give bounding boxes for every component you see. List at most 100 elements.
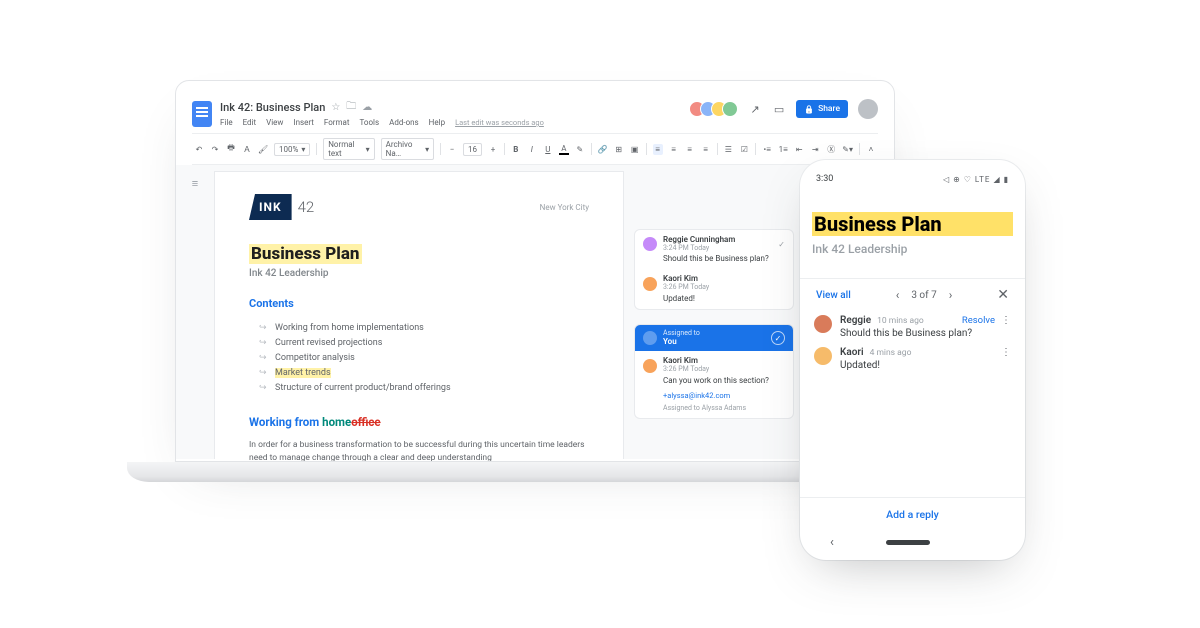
redo-icon[interactable]: ↷ xyxy=(210,145,220,154)
avatar xyxy=(814,315,832,333)
toc-item[interactable]: Structure of current product/brand offer… xyxy=(259,380,589,395)
outline-toggle-icon[interactable]: ≡ xyxy=(186,171,204,459)
brand-logo: INK 42 xyxy=(249,194,314,220)
underline-icon[interactable]: U xyxy=(543,145,553,154)
link-icon[interactable]: 🔗 xyxy=(598,145,608,154)
print-icon[interactable]: 🖶 xyxy=(226,142,236,156)
star-icon[interactable]: ☆ xyxy=(331,102,340,113)
location-text: New York City xyxy=(540,203,589,212)
doc-title[interactable]: Ink 42: Business Plan xyxy=(220,101,325,114)
comment-icon[interactable]: ⊞ xyxy=(614,145,624,154)
cloud-icon[interactable]: ☁ xyxy=(362,102,372,113)
checklist-icon[interactable]: ☑ xyxy=(739,145,749,154)
move-icon[interactable]: 🗀 xyxy=(346,99,356,116)
resolve-button[interactable]: Resolve xyxy=(962,315,995,326)
share-button[interactable]: Share xyxy=(796,100,848,118)
indent-icon[interactable]: ⇥ xyxy=(810,145,820,154)
menu-bar: File Edit View Insert Format Tools Add-o… xyxy=(220,118,686,127)
font-size-inc[interactable]: + xyxy=(488,145,498,154)
presence-avatar[interactable] xyxy=(722,101,738,117)
phone-comment[interactable]: Kaori 4 mins ago ⋮ Updated! xyxy=(812,343,1013,375)
comment-text: Updated! xyxy=(635,294,793,309)
highlight-icon[interactable]: ✎ xyxy=(575,145,585,154)
docs-logo-icon[interactable] xyxy=(192,101,212,127)
heading-insert: home xyxy=(322,415,351,429)
toc-item[interactable]: Current revised projections xyxy=(259,335,589,350)
separator xyxy=(859,143,860,155)
view-all-link[interactable]: View all xyxy=(816,290,851,301)
toc-item[interactable]: Competitor analysis xyxy=(259,350,589,365)
style-select[interactable]: Normal text▾ xyxy=(323,138,374,160)
doc-h1: Business Plan xyxy=(249,244,362,264)
back-icon[interactable]: ‹ xyxy=(830,535,834,550)
font-size-dec[interactable]: − xyxy=(447,145,457,154)
menu-format[interactable]: Format xyxy=(324,118,350,127)
laptop-frame: Ink 42: Business Plan ☆ 🗀 ☁ File Edit Vi… xyxy=(175,80,895,482)
heading-prefix: Working from xyxy=(249,415,322,429)
comment-time: 3:26 PM Today xyxy=(663,366,709,374)
editing-mode-icon[interactable]: ✎▾ xyxy=(842,145,853,154)
menu-view[interactable]: View xyxy=(266,118,283,127)
menu-insert[interactable]: Insert xyxy=(293,118,314,127)
menu-tools[interactable]: Tools xyxy=(360,118,380,127)
bold-icon[interactable]: B xyxy=(511,145,521,154)
comment-author: Kaori xyxy=(840,347,864,358)
chevron-left-icon[interactable]: ‹ xyxy=(896,288,900,302)
spellcheck-icon[interactable]: Ａ xyxy=(242,144,252,155)
contents-list: Working from home implementations Curren… xyxy=(259,320,589,395)
text-color-icon[interactable]: A xyxy=(559,144,569,155)
assignee-line: Assigned to Alyssa Adams xyxy=(635,404,793,418)
home-pill[interactable] xyxy=(886,540,930,545)
font-select[interactable]: Archivo Na…▾ xyxy=(381,138,435,160)
phone-comment[interactable]: Reggie 10 mins ago Resolve ⋮ Should this… xyxy=(812,311,1013,343)
separator xyxy=(717,143,718,155)
mention-email[interactable]: +alyssa@ink42.com xyxy=(635,391,793,404)
align-center-icon[interactable]: ≡ xyxy=(669,145,679,154)
bulleted-list-icon[interactable]: •≡ xyxy=(762,145,772,154)
resolve-check-icon[interactable]: ✓ xyxy=(778,240,785,249)
close-icon[interactable]: ✕ xyxy=(997,287,1009,303)
more-icon[interactable]: ⋮ xyxy=(1001,315,1011,326)
more-icon[interactable]: ⋮ xyxy=(1001,347,1011,358)
menu-file[interactable]: File xyxy=(220,118,233,127)
zoom-value: 100% xyxy=(279,145,298,154)
assigned-card[interactable]: Assigned to You ✓ Kaori Kim 3:26 PM Toda… xyxy=(634,324,794,419)
undo-icon[interactable]: ↶ xyxy=(194,145,204,154)
avatar xyxy=(643,277,657,291)
paint-format-icon[interactable]: 🖌 xyxy=(258,145,268,154)
menu-edit[interactable]: Edit xyxy=(243,118,257,127)
presence-stack[interactable] xyxy=(694,101,738,117)
complete-check-icon[interactable]: ✓ xyxy=(771,331,785,345)
menu-addons[interactable]: Add-ons xyxy=(389,118,419,127)
comment-time: 3:24 PM Today xyxy=(663,245,735,253)
toc-item[interactable]: Market trends xyxy=(259,365,589,380)
phone-h1: Business Plan xyxy=(812,212,1013,236)
assigned-who: You xyxy=(663,338,700,347)
add-reply-button[interactable]: Add a reply xyxy=(800,497,1025,531)
avatar xyxy=(643,331,657,345)
outdent-icon[interactable]: ⇤ xyxy=(794,145,804,154)
history-icon[interactable]: ↗ xyxy=(748,102,762,116)
document-page[interactable]: INK 42 New York City Business Plan Ink 4… xyxy=(214,171,624,459)
numbered-list-icon[interactable]: 1≡ xyxy=(778,145,788,154)
zoom-select[interactable]: 100%▾ xyxy=(274,143,310,156)
comments-icon[interactable]: ▭ xyxy=(772,102,786,116)
menu-help[interactable]: Help xyxy=(429,118,445,127)
last-edit-link[interactable]: Last edit was seconds ago xyxy=(455,118,544,127)
avatar xyxy=(643,359,657,373)
comment-card[interactable]: Reggie Cunningham 3:24 PM Today ✓ Should… xyxy=(634,229,794,310)
align-left-icon[interactable]: ≡ xyxy=(653,144,663,155)
account-avatar[interactable] xyxy=(858,99,878,119)
clear-format-icon[interactable]: Ⓧ xyxy=(826,144,836,155)
align-justify-icon[interactable]: ≡ xyxy=(701,145,711,154)
chevron-right-icon[interactable]: › xyxy=(949,288,953,302)
align-right-icon[interactable]: ≡ xyxy=(685,145,695,154)
status-icons: ◁ ⊕ ♡ LTE ◢ ▮ xyxy=(943,175,1009,184)
font-size[interactable]: 16 xyxy=(463,143,482,156)
expand-icon[interactable]: ˄ xyxy=(866,145,876,154)
separator xyxy=(591,143,592,155)
line-spacing-icon[interactable]: ☰ xyxy=(723,145,733,154)
italic-icon[interactable]: I xyxy=(527,145,537,154)
image-icon[interactable]: ▣ xyxy=(630,145,640,154)
toc-item[interactable]: Working from home implementations xyxy=(259,320,589,335)
